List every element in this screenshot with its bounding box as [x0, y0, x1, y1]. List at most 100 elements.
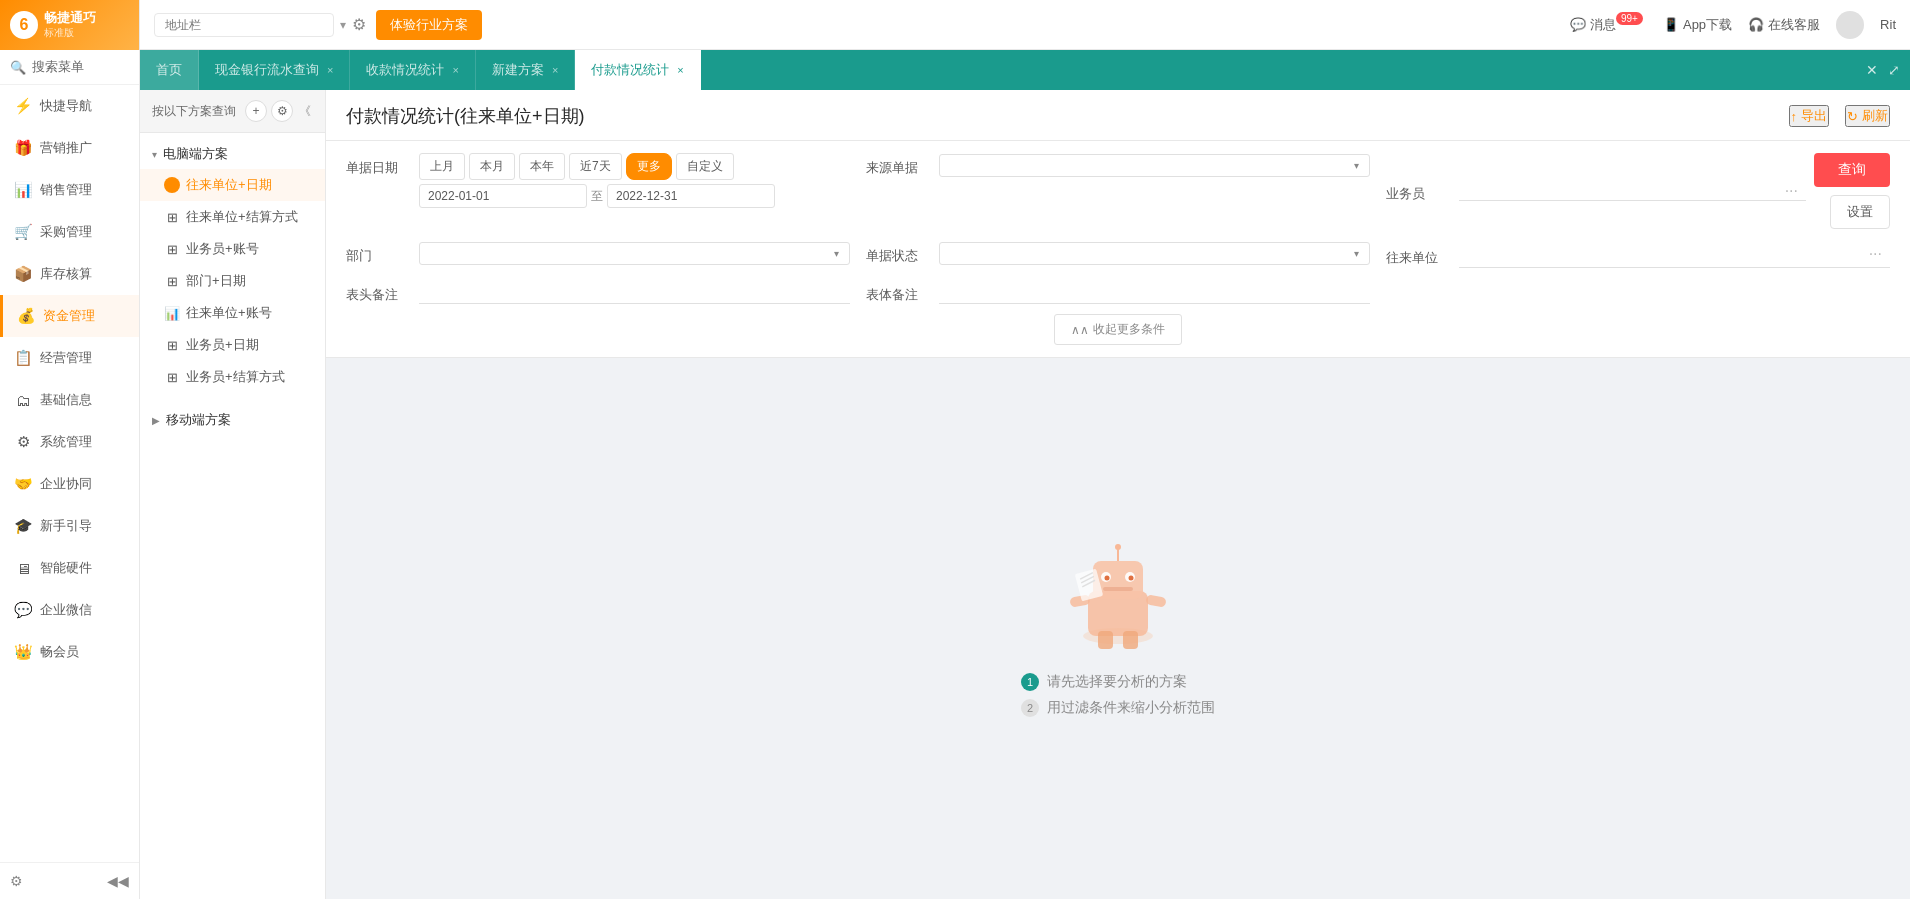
search-icon: 🔍 [10, 60, 26, 75]
date-custom-btn[interactable]: 自定义 [676, 153, 734, 180]
messages-action[interactable]: 💬 消息 99+ [1570, 16, 1647, 34]
tab-payment[interactable]: 付款情况统计 × [575, 50, 700, 90]
tab-bank-close[interactable]: × [327, 64, 333, 76]
doc-status-select[interactable]: ▾ [939, 242, 1370, 265]
refresh-label: 刷新 [1862, 107, 1888, 125]
date-this-year-btn[interactable]: 本年 [519, 153, 565, 180]
user-name[interactable]: Rit [1880, 17, 1896, 32]
dept-select[interactable]: ▾ [419, 242, 850, 265]
scheme-collapse-btn[interactable]: 《 [297, 101, 313, 122]
app-download-action[interactable]: 📱 App下载 [1663, 16, 1732, 34]
sidebar-item-member[interactable]: 👑 畅会员 [0, 631, 139, 673]
url-dropdown-arrow[interactable]: ▾ [340, 18, 346, 32]
main-area: ▾ ⚙ 体验行业方案 💬 消息 99+ 📱 App下载 🎧 在线客服 [140, 0, 1910, 899]
date-start-input[interactable] [419, 184, 587, 208]
sidebar-item-marketing[interactable]: 🎁 营销推广 [0, 127, 139, 169]
sidebar-item-purchase[interactable]: 🛒 采购管理 [0, 211, 139, 253]
query-button[interactable]: 查询 [1814, 153, 1890, 187]
refresh-icon: ↻ [1847, 109, 1858, 124]
filter-settings-button[interactable]: 设置 [1830, 195, 1890, 229]
sidebar-item-sales[interactable]: 📊 销售管理 [0, 169, 139, 211]
tab-receipts[interactable]: 收款情况统计 × [350, 50, 475, 90]
doc-status-arrow: ▾ [1354, 248, 1359, 259]
sidebar-item-finance[interactable]: 💰 资金管理 [0, 295, 139, 337]
topbar-settings-icon[interactable]: ⚙ [352, 15, 366, 34]
date-more-btn[interactable]: 更多 [626, 153, 672, 180]
refresh-button[interactable]: ↻ 刷新 [1845, 105, 1890, 127]
sidebar: 6 畅捷通巧 标准版 🔍 搜索菜单 ⚡ 快捷导航 🎁 营销推广 📊 销售管理 [0, 0, 140, 899]
tab-home-label: 首页 [156, 61, 182, 79]
date-last-month-btn[interactable]: 上月 [419, 153, 465, 180]
sidebar-item-quicknav[interactable]: ⚡ 快捷导航 [0, 85, 139, 127]
url-bar-area: ▾ ⚙ [154, 13, 366, 37]
hardware-icon: 🖥 [14, 559, 32, 577]
mobile-group-header[interactable]: ▶ 移动端方案 [140, 405, 325, 435]
sidebar-item-enterprise[interactable]: 🤝 企业协同 [0, 463, 139, 505]
finance-label: 资金管理 [43, 307, 95, 325]
staff-value-dots: ··· [1785, 182, 1798, 200]
empty-tips: 1 请先选择要分析的方案 2 用过滤条件来缩小分析范围 [1021, 673, 1215, 717]
tab-new-scheme-close[interactable]: × [552, 64, 558, 76]
expand-tabs-btn[interactable]: ⤢ [1888, 62, 1900, 78]
url-input[interactable] [154, 13, 334, 37]
sidebar-item-system[interactable]: ⚙ 系统管理 [0, 421, 139, 463]
brand-edition: 标准版 [44, 26, 96, 40]
wechat-label: 企业微信 [40, 601, 92, 619]
sidebar-item-hardware[interactable]: 🖥 智能硬件 [0, 547, 139, 589]
sidebar-item-guide[interactable]: 🎓 新手引导 [0, 505, 139, 547]
page-actions: ↑ 导出 ↻ 刷新 [1789, 105, 1891, 127]
sidebar-item-operations[interactable]: 📋 经营管理 [0, 337, 139, 379]
brand-name: 畅捷通巧 [44, 10, 96, 26]
scheme-item-staff-settle[interactable]: ⊞ 业务员+结算方式 [140, 361, 325, 393]
scheme-item-partner-settle[interactable]: ⊞ 往来单位+结算方式 [140, 201, 325, 233]
data-area: 1 请先选择要分析的方案 2 用过滤条件来缩小分析范围 [326, 358, 1910, 899]
dept-arrow: ▾ [834, 248, 839, 259]
scheme-item-staff-account[interactable]: ⊞ 业务员+账号 [140, 233, 325, 265]
export-icon: ↑ [1791, 109, 1798, 124]
add-scheme-btn[interactable]: + [245, 100, 267, 122]
close-all-tabs-btn[interactable]: ✕ [1866, 62, 1878, 78]
scheme-item-partner-account[interactable]: 📊 往来单位+账号 [140, 297, 325, 329]
scheme-item-staff-date[interactable]: ⊞ 业务员+日期 [140, 329, 325, 361]
marketing-label: 营销推广 [40, 139, 92, 157]
date-this-month-btn[interactable]: 本月 [469, 153, 515, 180]
member-icon: 👑 [14, 643, 32, 661]
source-doc-select[interactable]: ▾ [939, 154, 1370, 177]
pc-group-header[interactable]: ▾ 电脑端方案 [140, 139, 325, 169]
svg-point-9 [1115, 544, 1121, 550]
pc-group-label: 电脑端方案 [163, 145, 228, 163]
search-menu-item[interactable]: 🔍 搜索菜单 [0, 50, 139, 85]
system-label: 系统管理 [40, 433, 92, 451]
tab-new-scheme[interactable]: 新建方案 × [476, 50, 575, 90]
user-avatar[interactable] [1836, 11, 1864, 39]
inventory-icon: 📦 [14, 265, 32, 283]
operations-label: 经营管理 [40, 349, 92, 367]
export-button[interactable]: ↑ 导出 [1789, 105, 1830, 127]
collapse-more-conditions-btn[interactable]: ∧∧ 收起更多条件 [1054, 314, 1182, 345]
scheme-item-partner-date[interactable]: ● 往来单位+日期 [140, 169, 325, 201]
body-note-label: 表体备注 [866, 280, 931, 304]
scheme-item-dept-date[interactable]: ⊞ 部门+日期 [140, 265, 325, 297]
tab-receipts-close[interactable]: × [452, 64, 458, 76]
source-doc-arrow: ▾ [1354, 160, 1359, 171]
settings-footer-icon[interactable]: ⚙ [10, 873, 23, 889]
tab-bank[interactable]: 现金银行流水查询 × [199, 50, 350, 90]
scheme-settings-btn[interactable]: ⚙ [271, 100, 293, 122]
trial-industry-button[interactable]: 体验行业方案 [376, 10, 482, 40]
collapse-sidebar-btn[interactable]: ◀◀ [107, 873, 129, 889]
tab-home[interactable]: 首页 [140, 50, 199, 90]
svg-rect-7 [1103, 587, 1133, 591]
tip-text-1: 请先选择要分析的方案 [1047, 673, 1187, 691]
date-7days-btn[interactable]: 近7天 [569, 153, 622, 180]
app-download-label: App下载 [1683, 16, 1732, 34]
sidebar-item-basics[interactable]: 🗂 基础信息 [0, 379, 139, 421]
svg-rect-12 [1098, 631, 1113, 649]
sidebar-item-wechat[interactable]: 💬 企业微信 [0, 589, 139, 631]
sidebar-item-inventory[interactable]: 📦 库存核算 [0, 253, 139, 295]
topbar: ▾ ⚙ 体验行业方案 💬 消息 99+ 📱 App下载 🎧 在线客服 [140, 0, 1910, 50]
topbar-right-actions: 💬 消息 99+ 📱 App下载 🎧 在线客服 Rit [1570, 11, 1896, 39]
online-service-action[interactable]: 🎧 在线客服 [1748, 16, 1820, 34]
date-end-input[interactable] [607, 184, 775, 208]
dept-filter-label: 部门 [346, 241, 411, 265]
tab-payment-close[interactable]: × [677, 64, 683, 76]
